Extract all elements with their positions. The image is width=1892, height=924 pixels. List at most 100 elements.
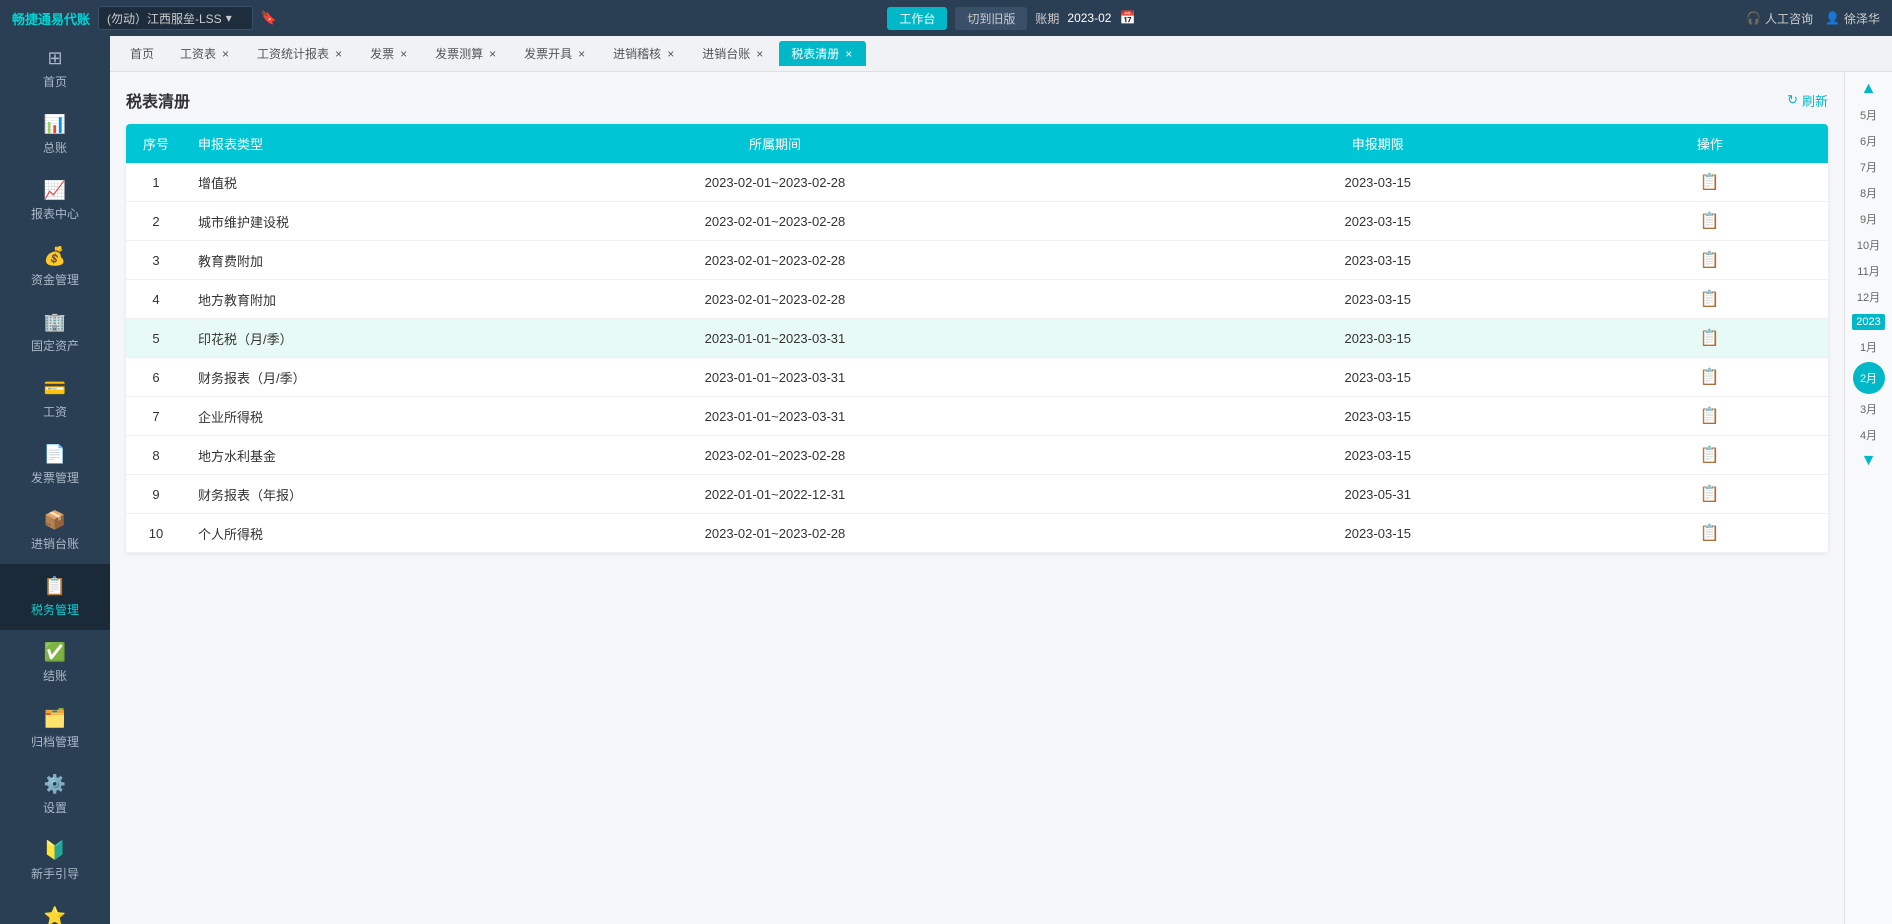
timeline-panel: ▲ 5月 6月 7月 8月 9月 10月 11月 12月 2023 1月 2月 … (1844, 72, 1892, 924)
timeline-month-7[interactable]: 7月 (1845, 154, 1892, 180)
salary-icon: 💳 (44, 378, 66, 399)
sidebar-item-member[interactable]: ⭐ 畅会员 (0, 894, 110, 924)
cell-index: 7 (126, 397, 186, 436)
refresh-button[interactable]: ↻ 刷新 (1787, 91, 1828, 110)
action-edit-icon[interactable]: 📋 (1700, 525, 1720, 542)
timeline-month-12[interactable]: 12月 (1845, 284, 1892, 310)
app-logo: 畅捷通易代账 (12, 9, 90, 28)
guide-icon: 🔰 (44, 840, 66, 861)
timeline-month-2-active[interactable]: 2月 (1853, 362, 1885, 394)
tab-invoice-issue[interactable]: 发票开具 × (512, 41, 599, 66)
tab-close-invoice-issue[interactable]: × (576, 47, 587, 61)
cell-period: 2023-02-01~2023-02-28 (386, 280, 1164, 319)
timeline-month-10[interactable]: 10月 (1845, 232, 1892, 258)
sidebar-item-ledger[interactable]: 📊 总账 (0, 102, 110, 168)
tax-table: 序号 申报表类型 所属期间 申报期限 操作 1 增值税 2023-02-01~2… (126, 124, 1828, 553)
tab-home[interactable]: 首页 (118, 41, 166, 66)
sidebar-label-settings: 设置 (43, 799, 67, 816)
action-edit-icon[interactable]: 📋 (1700, 174, 1720, 191)
sidebar-item-home[interactable]: ⊞ 首页 (0, 36, 110, 102)
settle-icon: ✅ (44, 642, 66, 663)
content-wrapper: 税表清册 ↻ 刷新 序号 申报表类型 所属期间 申报期限 操作 (110, 72, 1892, 924)
timeline-month-9[interactable]: 9月 (1845, 206, 1892, 232)
cell-action: 📋 (1592, 514, 1828, 553)
headset-icon: 🎧 (1746, 11, 1761, 25)
cell-period: 2023-02-01~2023-02-28 (386, 514, 1164, 553)
action-edit-icon[interactable]: 📋 (1700, 408, 1720, 425)
switch-version-button[interactable]: 切到旧版 (955, 7, 1027, 30)
cell-index: 2 (126, 202, 186, 241)
timeline-month-4[interactable]: 4月 (1845, 422, 1892, 448)
timeline-year-badge[interactable]: 2023 (1852, 314, 1884, 330)
sidebar-item-archive[interactable]: 🗂️ 归档管理 (0, 696, 110, 762)
cell-deadline: 2023-03-15 (1164, 163, 1592, 202)
settings-icon: ⚙️ (44, 774, 66, 795)
period-value: 2023-02 (1067, 11, 1111, 25)
calendar-icon[interactable]: 📅 (1119, 10, 1135, 26)
sidebar-label-guide: 新手引导 (31, 865, 79, 882)
home-icon: ⊞ (47, 48, 62, 69)
sidebar-item-guide[interactable]: 🔰 新手引导 (0, 828, 110, 894)
action-edit-icon[interactable]: 📋 (1700, 330, 1720, 347)
workspace-button[interactable]: 工作台 (887, 7, 947, 30)
sidebar-label-fixed: 固定资产 (31, 337, 79, 354)
user-avatar[interactable]: 👤 徐泽华 (1825, 10, 1880, 27)
tab-close-stock-audit[interactable]: × (665, 47, 676, 61)
sidebar-label-tax: 税务管理 (31, 601, 79, 618)
sidebar-item-salary[interactable]: 💳 工资 (0, 366, 110, 432)
tab-invoice[interactable]: 发票 × (358, 41, 421, 66)
top-bar-right: 🎧 人工咨询 👤 徐泽华 (1746, 10, 1880, 27)
tab-stock-audit[interactable]: 进销稽核 × (601, 41, 688, 66)
cell-deadline: 2023-03-15 (1164, 241, 1592, 280)
action-edit-icon[interactable]: 📋 (1700, 213, 1720, 230)
cell-period: 2023-01-01~2023-03-31 (386, 358, 1164, 397)
timeline-month-3[interactable]: 3月 (1845, 396, 1892, 422)
timeline-month-8[interactable]: 8月 (1845, 180, 1892, 206)
report-icon: 📈 (44, 180, 66, 201)
action-edit-icon[interactable]: 📋 (1700, 291, 1720, 308)
tab-close-invoice[interactable]: × (398, 47, 409, 61)
page-title: 税表清册 (126, 88, 190, 112)
sidebar-item-invoice[interactable]: 📄 发票管理 (0, 432, 110, 498)
timeline-nav-down[interactable]: ▼ (1857, 448, 1881, 474)
timeline-month-6[interactable]: 6月 (1845, 128, 1892, 154)
tab-salary-stats[interactable]: 工资统计报表 × (245, 41, 356, 66)
action-edit-icon[interactable]: 📋 (1700, 486, 1720, 503)
user-service-button[interactable]: 🎧 人工咨询 (1746, 10, 1813, 27)
cell-action: 📋 (1592, 358, 1828, 397)
sidebar-item-settings[interactable]: ⚙️ 设置 (0, 762, 110, 828)
sidebar-item-settle[interactable]: ✅ 结账 (0, 630, 110, 696)
sidebar-item-report[interactable]: 📈 报表中心 (0, 168, 110, 234)
tab-tax-register[interactable]: 税表清册 × (779, 41, 866, 66)
timeline-month-5[interactable]: 5月 (1845, 102, 1892, 128)
tab-salary-table[interactable]: 工资表 × (168, 41, 243, 66)
sidebar-item-tax[interactable]: 📋 税务管理 (0, 564, 110, 630)
cell-type: 财务报表（月/季） (186, 358, 386, 397)
table-row: 3 教育费附加 2023-02-01~2023-02-28 2023-03-15… (126, 241, 1828, 280)
tab-invoice-calc[interactable]: 发票测算 × (423, 41, 510, 66)
sidebar-item-stock[interactable]: 📦 进销台账 (0, 498, 110, 564)
cell-deadline: 2023-03-15 (1164, 319, 1592, 358)
table-row: 4 地方教育附加 2023-02-01~2023-02-28 2023-03-1… (126, 280, 1828, 319)
page-content: 税表清册 ↻ 刷新 序号 申报表类型 所属期间 申报期限 操作 (110, 72, 1844, 924)
action-edit-icon[interactable]: 📋 (1700, 369, 1720, 386)
tab-close-salary-stats[interactable]: × (333, 47, 344, 61)
tab-close-tax-register[interactable]: × (843, 47, 854, 61)
timeline-month-1[interactable]: 1月 (1845, 334, 1892, 360)
sidebar-item-fund[interactable]: 💰 资金管理 (0, 234, 110, 300)
action-edit-icon[interactable]: 📋 (1700, 447, 1720, 464)
timeline-month-11[interactable]: 11月 (1845, 258, 1892, 284)
cell-period: 2023-01-01~2023-03-31 (386, 397, 1164, 436)
tab-close-invoice-calc[interactable]: × (487, 47, 498, 61)
username-label: 徐泽华 (1844, 10, 1880, 27)
action-edit-icon[interactable]: 📋 (1700, 252, 1720, 269)
table-row: 8 地方水利基金 2023-02-01~2023-02-28 2023-03-1… (126, 436, 1828, 475)
tab-close-stock-ledger[interactable]: × (754, 47, 765, 61)
tab-stock-ledger[interactable]: 进销台账 × (690, 41, 777, 66)
cell-type: 地方水利基金 (186, 436, 386, 475)
tab-close-salary[interactable]: × (220, 47, 231, 61)
company-selector[interactable]: (勿动）江西服垒-LSS ▾ (98, 6, 253, 30)
sidebar-item-fixed[interactable]: 🏢 固定资产 (0, 300, 110, 366)
timeline-nav-up[interactable]: ▲ (1857, 76, 1881, 102)
cell-action: 📋 (1592, 436, 1828, 475)
